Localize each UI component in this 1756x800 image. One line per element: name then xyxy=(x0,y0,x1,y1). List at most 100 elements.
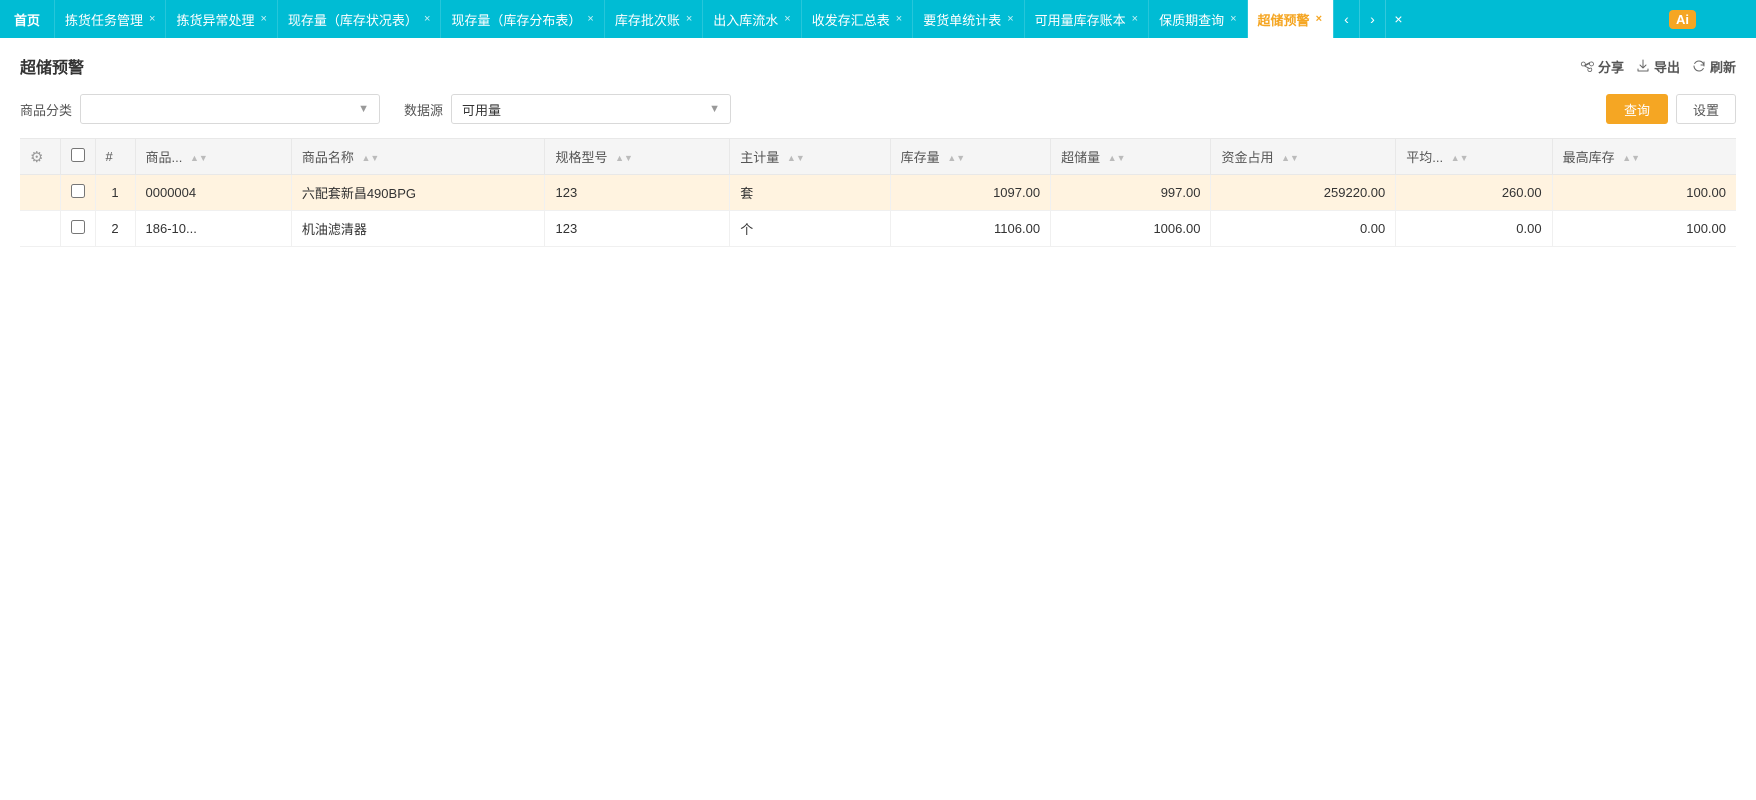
filter-buttons: 查询 设置 xyxy=(1606,94,1736,124)
row2-gear xyxy=(20,211,60,247)
top-right-area: Ai xyxy=(1669,0,1706,38)
nav-item-9-close[interactable]: × xyxy=(1132,13,1138,25)
export-icon xyxy=(1636,59,1650,73)
data-table: ⚙ # 商品... ▲▼ 商品名称 ▲▼ 规格型号 ▲▼ xyxy=(20,138,1736,247)
filter-row: 商品分类 ▼ 数据源 可用量 ▼ 查询 设置 xyxy=(20,94,1736,124)
nav-item-4-close[interactable]: × xyxy=(587,13,593,25)
row1-over-stock: 997.00 xyxy=(1051,175,1211,211)
row2-goods-name: 机油滤清器 xyxy=(291,211,545,247)
nav-item-2-label: 拣货异常处理 xyxy=(176,10,254,29)
nav-item-1[interactable]: 拣货任务管理 × xyxy=(55,0,166,38)
nav-item-8-label: 要货单统计表 xyxy=(923,10,1001,29)
table-row: 2 186-10... 机油滤清器 123 个 1106.00 1006.00 … xyxy=(20,211,1736,247)
refresh-action[interactable]: 刷新 xyxy=(1692,57,1736,76)
category-select[interactable]: ▼ xyxy=(80,94,380,124)
row2-avg: 0.00 xyxy=(1396,211,1552,247)
select-all-checkbox[interactable] xyxy=(71,148,85,162)
export-action[interactable]: 导出 xyxy=(1636,57,1680,76)
row2-unit: 个 xyxy=(730,211,890,247)
setting-button[interactable]: 设置 xyxy=(1676,94,1736,124)
datasource-select[interactable]: 可用量 ▼ xyxy=(451,94,731,124)
gear-header-icon[interactable]: ⚙ xyxy=(30,149,43,166)
col-goods-code-header: 商品... ▲▼ xyxy=(135,139,291,175)
col-unit-header: 主计量 ▲▼ xyxy=(730,139,890,175)
row1-stock: 1097.00 xyxy=(890,175,1050,211)
nav-item-6[interactable]: 出入库流水 × xyxy=(703,0,801,38)
nav-item-3-close[interactable]: × xyxy=(424,13,430,25)
sort-goods-code-icon[interactable]: ▲▼ xyxy=(190,154,208,163)
col-over-stock-header: 超储量 ▲▼ xyxy=(1051,139,1211,175)
share-action[interactable]: 分享 xyxy=(1580,57,1624,76)
share-label: 分享 xyxy=(1598,57,1624,76)
nav-next-arrow[interactable]: › xyxy=(1359,0,1385,38)
nav-item-10-close[interactable]: × xyxy=(1230,13,1236,25)
ai-badge[interactable]: Ai xyxy=(1669,10,1696,29)
query-button[interactable]: 查询 xyxy=(1606,94,1668,124)
col-goods-name-header: 商品名称 ▲▼ xyxy=(291,139,545,175)
nav-item-6-label: 出入库流水 xyxy=(713,10,778,29)
nav-item-7-close[interactable]: × xyxy=(896,13,902,25)
nav-item-3-label: 现存量（库存状况表） xyxy=(288,10,418,29)
page-title: 超储预警 xyxy=(20,54,84,78)
nav-item-11-label: 超储预警 xyxy=(1258,10,1310,29)
row1-check xyxy=(60,175,95,211)
export-label: 导出 xyxy=(1654,57,1680,76)
datasource-filter-group: 数据源 可用量 ▼ xyxy=(404,94,731,124)
nav-item-5-close[interactable]: × xyxy=(686,13,692,25)
nav-item-5[interactable]: 库存批次账 × xyxy=(605,0,703,38)
row2-num: 2 xyxy=(95,211,135,247)
sort-avg-icon[interactable]: ▲▼ xyxy=(1451,154,1469,163)
category-filter-group: 商品分类 ▼ xyxy=(20,94,380,124)
row2-over-stock: 1006.00 xyxy=(1051,211,1211,247)
col-gear: ⚙ xyxy=(20,139,60,175)
col-stock-header: 库存量 ▲▼ xyxy=(890,139,1050,175)
sort-capital-icon[interactable]: ▲▼ xyxy=(1281,154,1299,163)
nav-item-11-close[interactable]: × xyxy=(1316,13,1322,25)
col-num-header: # xyxy=(95,139,135,175)
table-row: 1 0000004 六配套新昌490BPG 123 套 1097.00 997.… xyxy=(20,175,1736,211)
nav-item-7[interactable]: 收发存汇总表 × xyxy=(802,0,913,38)
nav-item-11[interactable]: 超储预警 × xyxy=(1248,0,1333,38)
col-capital-header: 资金占用 ▲▼ xyxy=(1211,139,1396,175)
nav-item-3[interactable]: 现存量（库存状况表） × xyxy=(278,0,441,38)
nav-item-4-label: 现存量（库存分布表） xyxy=(451,10,581,29)
sort-max-stock-icon[interactable]: ▲▼ xyxy=(1622,154,1640,163)
sort-goods-name-icon[interactable]: ▲▼ xyxy=(361,154,379,163)
row1-goods-code: 0000004 xyxy=(135,175,291,211)
sort-spec-icon[interactable]: ▲▼ xyxy=(615,154,633,163)
nav-item-10-label: 保质期查询 xyxy=(1159,10,1224,29)
row2-checkbox[interactable] xyxy=(71,220,85,234)
row2-stock: 1106.00 xyxy=(890,211,1050,247)
datasource-dropdown-icon: ▼ xyxy=(709,103,720,115)
nav-home[interactable]: 首页 xyxy=(0,0,55,38)
nav-item-8[interactable]: 要货单统计表 × xyxy=(913,0,1024,38)
nav-item-9[interactable]: 可用量库存账本 × xyxy=(1025,0,1149,38)
row2-check xyxy=(60,211,95,247)
row1-capital: 259220.00 xyxy=(1211,175,1396,211)
nav-close-arrow[interactable]: × xyxy=(1385,0,1411,38)
category-filter-label: 商品分类 xyxy=(20,100,72,119)
table-body: 1 0000004 六配套新昌490BPG 123 套 1097.00 997.… xyxy=(20,175,1736,247)
row2-goods-code: 186-10... xyxy=(135,211,291,247)
nav-item-1-close[interactable]: × xyxy=(149,13,155,25)
row1-checkbox[interactable] xyxy=(71,184,85,198)
table-header-row: ⚙ # 商品... ▲▼ 商品名称 ▲▼ 规格型号 ▲▼ xyxy=(20,139,1736,175)
sort-unit-icon[interactable]: ▲▼ xyxy=(787,154,805,163)
nav-item-1-label: 拣货任务管理 xyxy=(65,10,143,29)
nav-prev-arrow[interactable]: ‹ xyxy=(1333,0,1359,38)
row2-max-stock: 100.00 xyxy=(1552,211,1736,247)
page-actions: 分享 导出 刷新 xyxy=(1580,57,1736,76)
nav-item-2-close[interactable]: × xyxy=(260,13,266,25)
sort-over-stock-icon[interactable]: ▲▼ xyxy=(1108,154,1126,163)
nav-item-10[interactable]: 保质期查询 × xyxy=(1149,0,1247,38)
nav-item-6-close[interactable]: × xyxy=(784,13,790,25)
nav-item-2[interactable]: 拣货异常处理 × xyxy=(166,0,277,38)
nav-item-5-label: 库存批次账 xyxy=(615,10,680,29)
row2-spec: 123 xyxy=(545,211,730,247)
sort-stock-icon[interactable]: ▲▼ xyxy=(947,154,965,163)
row1-unit: 套 xyxy=(730,175,890,211)
nav-item-8-close[interactable]: × xyxy=(1007,13,1013,25)
category-dropdown-icon: ▼ xyxy=(358,103,369,115)
nav-item-4[interactable]: 现存量（库存分布表） × xyxy=(441,0,604,38)
refresh-icon xyxy=(1692,59,1706,73)
